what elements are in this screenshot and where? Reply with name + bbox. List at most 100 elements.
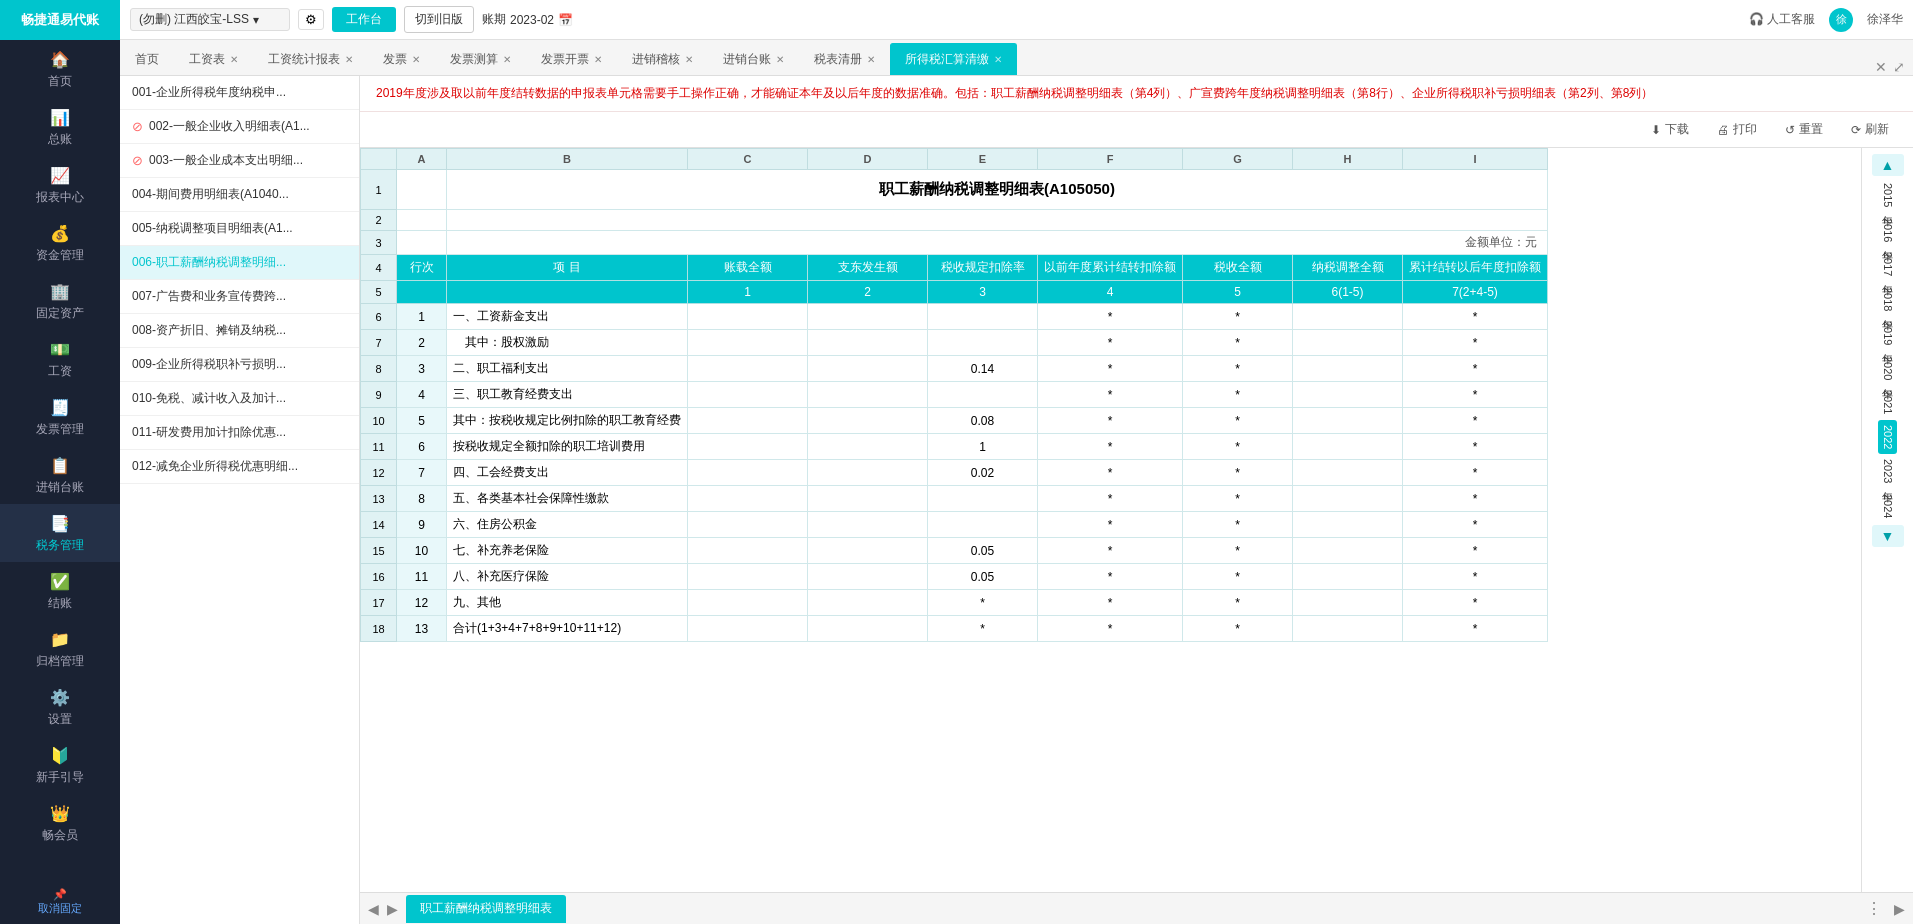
company-selector[interactable]: (勿删) 江西皎宝-LSS ▾ — [130, 8, 290, 31]
switch-old-btn[interactable]: 切到旧版 — [404, 6, 474, 33]
close-all-tabs-btn[interactable]: ✕ — [1875, 59, 1887, 75]
table-row: 8 3 二、职工福利支出 0.14 * * * — [361, 356, 1548, 382]
sidebar-item-assets[interactable]: 🏢 固定资产 — [0, 272, 120, 330]
sidebar-item-home[interactable]: 🏠 首页 — [0, 40, 120, 98]
unpin-btn[interactable]: 📌 取消固定 — [0, 880, 120, 924]
chevron-down-icon: ▾ — [253, 13, 259, 27]
sidebar-item-invoice-mgmt[interactable]: 🧾 发票管理 — [0, 388, 120, 446]
print-btn[interactable]: 🖨 打印 — [1709, 118, 1765, 141]
topbar: (勿删) 江西皎宝-LSS ▾ ⚙ 工作台 切到旧版 账期 2023-02 📅 … — [120, 0, 1913, 40]
table-row: 3 金额单位：元 — [361, 231, 1548, 255]
year-2017[interactable]: 2017年 — [1878, 247, 1897, 281]
human-service-btn[interactable]: 🎧 人工客服 — [1749, 11, 1815, 28]
sidebar-item-ledger[interactable]: 📊 总账 — [0, 98, 120, 156]
sidebar-item-salary[interactable]: 💵 工资 — [0, 330, 120, 388]
archive-icon: 📁 — [50, 630, 70, 649]
home-icon: 🏠 — [50, 50, 70, 69]
year-2022[interactable]: 2022年 — [1878, 420, 1897, 454]
sheet-main[interactable]: A B C D E F G H I — [360, 148, 1861, 892]
scroll-right-btn[interactable]: ▶ — [1894, 900, 1905, 918]
year-down-btn[interactable]: ▼ — [1872, 525, 1904, 547]
sidebar-item-reports[interactable]: 📈 报表中心 — [0, 156, 120, 214]
settings-icon: ⚙️ — [50, 688, 70, 707]
list-item-004[interactable]: 004-期间费用明细表(A1040... — [120, 178, 359, 212]
year-2015[interactable]: 2015年 — [1878, 178, 1897, 212]
table-row: 16 11 八、补充医疗保险 0.05 * * * — [361, 564, 1548, 590]
closing-icon: ✅ — [50, 572, 70, 591]
tab-tax-table[interactable]: 税表清册 ✕ — [799, 43, 890, 75]
tab-invoice-issue[interactable]: 发票开票 ✕ — [526, 43, 617, 75]
sidebar-item-finance[interactable]: 💰 资金管理 — [0, 214, 120, 272]
sidebar-item-guide[interactable]: 🔰 新手引导 — [0, 736, 120, 794]
list-item-008[interactable]: 008-资产折旧、摊销及纳税... — [120, 314, 359, 348]
list-item-002[interactable]: ⊘ 002-一般企业收入明细表(A1... — [120, 110, 359, 144]
app-logo: 畅捷通易代账 — [0, 0, 120, 40]
close-income-tax-tab[interactable]: ✕ — [994, 54, 1002, 65]
sidebar-item-tax[interactable]: 📑 税务管理 — [0, 504, 120, 562]
table-row: 18 13 合计(1+3+4+7+8+9+10+11+12) * * * * — [361, 616, 1548, 642]
print-icon: 🖨 — [1717, 123, 1729, 137]
table-row: 1 职工薪酬纳税调整明细表(A105050) — [361, 170, 1548, 210]
sheet-nav-right-btn[interactable]: ▶ — [387, 901, 398, 917]
table-row: 11 6 按税收规定全额扣除的职工培训费用 1 * * * — [361, 434, 1548, 460]
year-2021[interactable]: 2021年 — [1878, 385, 1897, 419]
list-item-005[interactable]: 005-纳税调整项目明细表(A1... — [120, 212, 359, 246]
reset-btn[interactable]: ↺ 重置 — [1777, 118, 1831, 141]
sheet-tab-salary[interactable]: 职工薪酬纳税调整明细表 — [406, 895, 566, 923]
period-display: 账期 2023-02 📅 — [482, 11, 573, 28]
reset-icon: ↺ — [1785, 123, 1795, 137]
tab-home[interactable]: 首页 — [120, 43, 174, 75]
refresh-btn[interactable]: ⟳ 刷新 — [1843, 118, 1897, 141]
close-salary-report-tab[interactable]: ✕ — [345, 54, 353, 65]
list-item-003[interactable]: ⊘ 003-一般企业成本支出明细... — [120, 144, 359, 178]
list-item-009[interactable]: 009-企业所得税职补亏损明... — [120, 348, 359, 382]
list-item-007[interactable]: 007-广告费和业务宣传费跨... — [120, 280, 359, 314]
tab-salary-report[interactable]: 工资统计报表 ✕ — [253, 43, 368, 75]
scroll-arrow-icon: ▶ — [1894, 901, 1905, 917]
close-purchase-audit-tab[interactable]: ✕ — [685, 54, 693, 65]
list-item-010[interactable]: 010-免税、减计收入及加计... — [120, 382, 359, 416]
sheet-options-btn[interactable]: ⋮ — [1866, 899, 1882, 918]
workspace-btn[interactable]: 工作台 — [332, 7, 396, 32]
list-item-011[interactable]: 011-研发费用加计扣除优惠... — [120, 416, 359, 450]
content-area: 001-企业所得税年度纳税申... ⊘ 002-一般企业收入明细表(A1... … — [120, 76, 1913, 924]
year-2023[interactable]: 2023年 — [1878, 454, 1897, 488]
close-invoice-issue-tab[interactable]: ✕ — [594, 54, 602, 65]
company-settings-btn[interactable]: ⚙ — [298, 9, 324, 30]
sidebar-item-archive[interactable]: 📁 归档管理 — [0, 620, 120, 678]
sidebar-item-settings[interactable]: ⚙️ 设置 — [0, 678, 120, 736]
table-row: 9 4 三、职工教育经费支出 * * * — [361, 382, 1548, 408]
list-item-001[interactable]: 001-企业所得税年度纳税申... — [120, 76, 359, 110]
year-up-btn[interactable]: ▲ — [1872, 154, 1904, 176]
sidebar-item-member[interactable]: 👑 畅会员 — [0, 794, 120, 852]
sidebar-item-closing[interactable]: ✅ 结账 — [0, 562, 120, 620]
year-2019[interactable]: 2019年 — [1878, 316, 1897, 350]
tab-income-tax[interactable]: 所得税汇算清缴 ✕ — [890, 43, 1017, 75]
close-invoice-calc-tab[interactable]: ✕ — [503, 54, 511, 65]
tab-purchase-ledger[interactable]: 进销台账 ✕ — [708, 43, 799, 75]
close-purchase-ledger-tab[interactable]: ✕ — [776, 54, 784, 65]
close-invoice-tab[interactable]: ✕ — [412, 54, 420, 65]
tab-invoice-calc[interactable]: 发票测算 ✕ — [435, 43, 526, 75]
year-2016[interactable]: 2016年 — [1878, 213, 1897, 247]
table-row: 13 8 五、各类基本社会保障性缴款 * * * — [361, 486, 1548, 512]
close-salary-tab[interactable]: ✕ — [230, 54, 238, 65]
close-tax-table-tab[interactable]: ✕ — [867, 54, 875, 65]
year-2018[interactable]: 2018年 — [1878, 282, 1897, 316]
tab-salary[interactable]: 工资表 ✕ — [174, 43, 253, 75]
topbar-right: 🎧 人工客服 徐 徐泽华 — [1749, 8, 1903, 32]
tabbar: 首页 工资表 ✕ 工资统计报表 ✕ 发票 ✕ 发票测算 ✕ 发票开票 ✕ 进销稽… — [120, 40, 1913, 76]
table-row: 2 — [361, 210, 1548, 231]
tax-icon: 📑 — [50, 514, 70, 533]
maximize-tab-btn[interactable]: ⤢ — [1893, 59, 1905, 75]
list-item-012[interactable]: 012-减免企业所得税优惠明细... — [120, 450, 359, 484]
tab-purchase-audit[interactable]: 进销稽核 ✕ — [617, 43, 708, 75]
year-2020[interactable]: 2020年 — [1878, 351, 1897, 385]
list-item-006[interactable]: 006-职工薪酬纳税调整明细... — [120, 246, 359, 280]
unit-label: 金额单位：元 — [447, 231, 1548, 255]
download-btn[interactable]: ⬇ 下载 — [1643, 118, 1697, 141]
tab-invoice[interactable]: 发票 ✕ — [368, 43, 435, 75]
sidebar-item-purchase-sales[interactable]: 📋 进销台账 — [0, 446, 120, 504]
year-2024[interactable]: 2024年 — [1878, 489, 1897, 523]
sheet-nav-left-btn[interactable]: ◀ — [368, 901, 379, 917]
